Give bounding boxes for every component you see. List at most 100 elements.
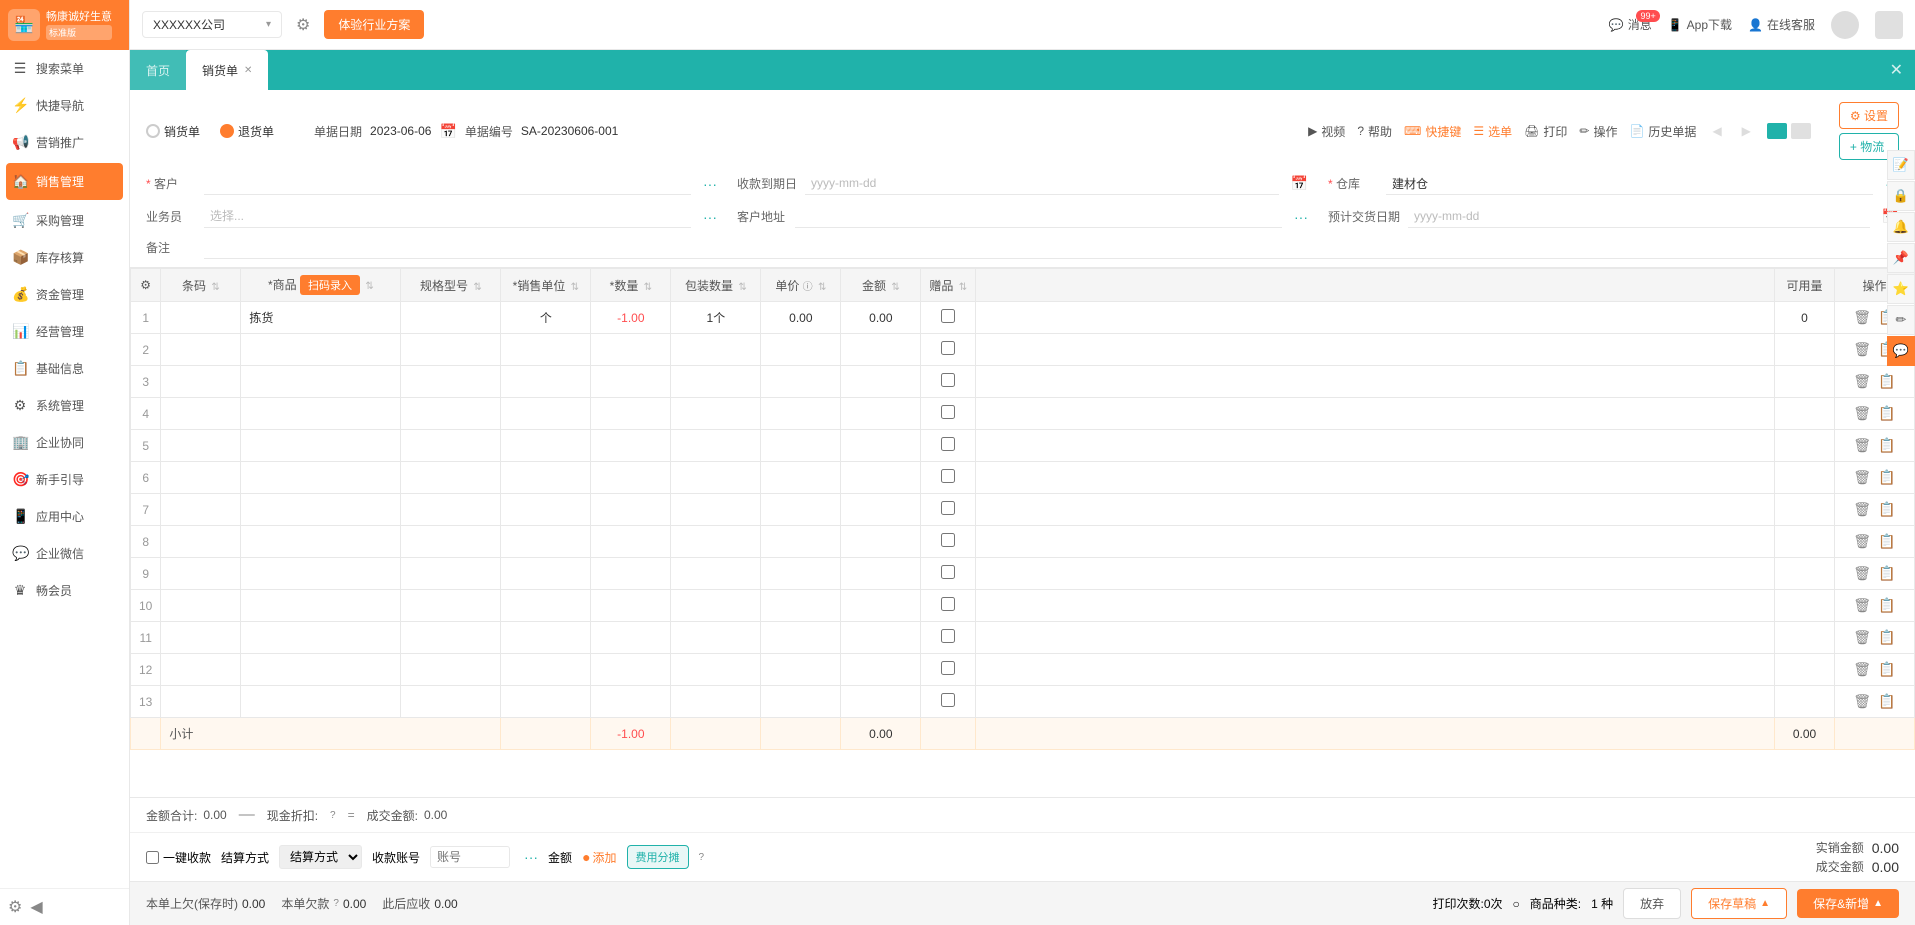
cell-spec[interactable] xyxy=(401,686,501,718)
sidebar-item-wechat[interactable]: 💬 企业微信 xyxy=(0,535,129,572)
settings-panel-button[interactable]: ⚙ 设置 xyxy=(1839,102,1899,129)
cell-amount[interactable] xyxy=(841,558,921,590)
cell-unit[interactable] xyxy=(501,494,591,526)
cell-spec[interactable] xyxy=(401,622,501,654)
sidebar-item-basic-info[interactable]: 📋 基础信息 xyxy=(0,350,129,387)
tab-close-icon[interactable]: ✕ xyxy=(244,65,252,76)
cell-unit-price[interactable] xyxy=(761,622,841,654)
salesperson-expand-icon[interactable]: ··· xyxy=(703,209,717,225)
cell-unit[interactable] xyxy=(501,686,591,718)
cell-qty[interactable] xyxy=(591,590,671,622)
cell-pkg-qty[interactable] xyxy=(671,430,761,462)
gift-checkbox[interactable] xyxy=(941,341,955,355)
sidebar-settings-icon[interactable]: ⚙ xyxy=(8,897,22,917)
cell-unit-price[interactable]: 0.00 xyxy=(761,302,841,334)
tab-home[interactable]: 首页 xyxy=(130,50,186,90)
radio-sales[interactable]: 销货单 xyxy=(146,123,200,140)
copy-icon[interactable]: 📋 xyxy=(1878,469,1895,485)
sidebar-item-purchase-mgmt[interactable]: 🛒 采购管理 xyxy=(0,202,129,239)
customer-expand-icon[interactable]: ··· xyxy=(703,176,717,192)
cell-gift[interactable] xyxy=(921,398,976,430)
delete-icon[interactable]: 🗑 xyxy=(1853,405,1871,421)
toolbar-help[interactable]: ? 帮助 xyxy=(1357,123,1392,140)
cell-spec[interactable] xyxy=(401,526,501,558)
copy-icon[interactable]: 📋 xyxy=(1878,437,1895,453)
sort-barcode-icon[interactable]: ⇅ xyxy=(211,282,219,293)
cell-unit-price[interactable] xyxy=(761,398,841,430)
cell-spec[interactable] xyxy=(401,398,501,430)
cell-pkg-qty[interactable] xyxy=(671,494,761,526)
sort-gift-icon[interactable]: ⇅ xyxy=(959,282,967,293)
cell-pkg-qty[interactable] xyxy=(671,686,761,718)
rp-btn-4[interactable]: 📌 xyxy=(1887,243,1915,273)
cell-amount[interactable] xyxy=(841,622,921,654)
cell-pkg-qty[interactable] xyxy=(671,654,761,686)
cell-spec[interactable] xyxy=(401,302,501,334)
sidebar-item-search-order[interactable]: ☰ 搜索菜单 xyxy=(0,50,129,87)
cell-spec[interactable] xyxy=(401,430,501,462)
sidebar-item-quick-nav[interactable]: ⚡ 快捷导航 xyxy=(0,87,129,124)
cell-unit[interactable] xyxy=(501,654,591,686)
sort-qty-icon[interactable]: ⇅ xyxy=(644,282,652,293)
cell-pkg-qty[interactable] xyxy=(671,622,761,654)
rp-btn-2[interactable]: 🔒 xyxy=(1887,181,1915,211)
copy-icon[interactable]: 📋 xyxy=(1878,373,1895,389)
cell-qty[interactable] xyxy=(591,494,671,526)
delete-icon[interactable]: 🗑 xyxy=(1853,565,1871,581)
remark-input[interactable] xyxy=(204,236,1899,259)
sidebar-item-sales-mgmt[interactable]: 🏠 销售管理 xyxy=(6,163,123,200)
cell-barcode[interactable] xyxy=(161,558,241,590)
rp-btn-3[interactable]: 🔔 xyxy=(1887,212,1915,242)
copy-icon[interactable]: 📋 xyxy=(1878,661,1895,677)
cell-barcode[interactable] xyxy=(161,590,241,622)
gift-checkbox[interactable] xyxy=(941,309,955,323)
save-new-button[interactable]: 保存&新增 ▲ xyxy=(1797,889,1899,918)
cell-qty[interactable]: -1.00 xyxy=(591,302,671,334)
warehouse-input[interactable] xyxy=(1386,172,1873,195)
cell-unit[interactable] xyxy=(501,622,591,654)
cell-gift[interactable] xyxy=(921,366,976,398)
rp-btn-6[interactable]: ✏ xyxy=(1887,305,1915,335)
sort-unit-icon[interactable]: ⇅ xyxy=(571,282,579,293)
gift-checkbox[interactable] xyxy=(941,405,955,419)
cell-unit-price[interactable] xyxy=(761,686,841,718)
cell-spec[interactable] xyxy=(401,590,501,622)
gift-checkbox[interactable] xyxy=(941,661,955,675)
copy-icon[interactable]: 📋 xyxy=(1878,693,1895,709)
toolbar-history[interactable]: 📄 历史单据 xyxy=(1629,123,1696,140)
cell-barcode[interactable] xyxy=(161,494,241,526)
sidebar-item-finance[interactable]: 💰 资金管理 xyxy=(0,276,129,313)
delete-icon[interactable]: 🗑 xyxy=(1853,501,1871,517)
cell-gift[interactable] xyxy=(921,462,976,494)
sort-spec-icon[interactable]: ⇅ xyxy=(473,282,481,293)
toolbar-operation[interactable]: ✏ 操作 xyxy=(1579,123,1617,140)
toolbar-shortcut[interactable]: ⌨ 快捷键 xyxy=(1404,123,1461,140)
delete-icon[interactable]: 🗑 xyxy=(1853,533,1871,549)
cell-unit[interactable] xyxy=(501,398,591,430)
cell-pkg-qty[interactable] xyxy=(671,334,761,366)
toolbar-select[interactable]: ☰ 选单 xyxy=(1473,123,1512,140)
cell-product[interactable] xyxy=(241,558,401,590)
owe-info-icon[interactable]: ? xyxy=(333,898,339,909)
cell-amount[interactable] xyxy=(841,430,921,462)
sidebar-item-inventory[interactable]: 📦 库存核算 xyxy=(0,239,129,276)
gift-checkbox[interactable] xyxy=(941,469,955,483)
sidebar-item-app-center[interactable]: 📱 应用中心 xyxy=(0,498,129,535)
scan-button[interactable]: 扫码录入 xyxy=(300,275,360,295)
copy-icon[interactable]: 📋 xyxy=(1878,565,1895,581)
sort-pkg-icon[interactable]: ⇅ xyxy=(738,282,746,293)
sidebar-item-vip[interactable]: ♛ 畅会员 xyxy=(0,572,129,609)
cell-barcode[interactable] xyxy=(161,366,241,398)
cell-qty[interactable] xyxy=(591,686,671,718)
cell-unit-price[interactable] xyxy=(761,558,841,590)
cell-barcode[interactable] xyxy=(161,398,241,430)
cell-product[interactable] xyxy=(241,686,401,718)
delete-icon[interactable]: 🗑 xyxy=(1853,437,1871,453)
cell-gift[interactable] xyxy=(921,686,976,718)
delete-icon[interactable]: 🗑 xyxy=(1853,661,1871,677)
cell-product[interactable] xyxy=(241,494,401,526)
cell-amount[interactable] xyxy=(841,366,921,398)
company-selector[interactable]: XXXXXX公司 ▾ xyxy=(142,11,282,38)
account-input[interactable] xyxy=(430,846,510,868)
cell-unit[interactable] xyxy=(501,526,591,558)
